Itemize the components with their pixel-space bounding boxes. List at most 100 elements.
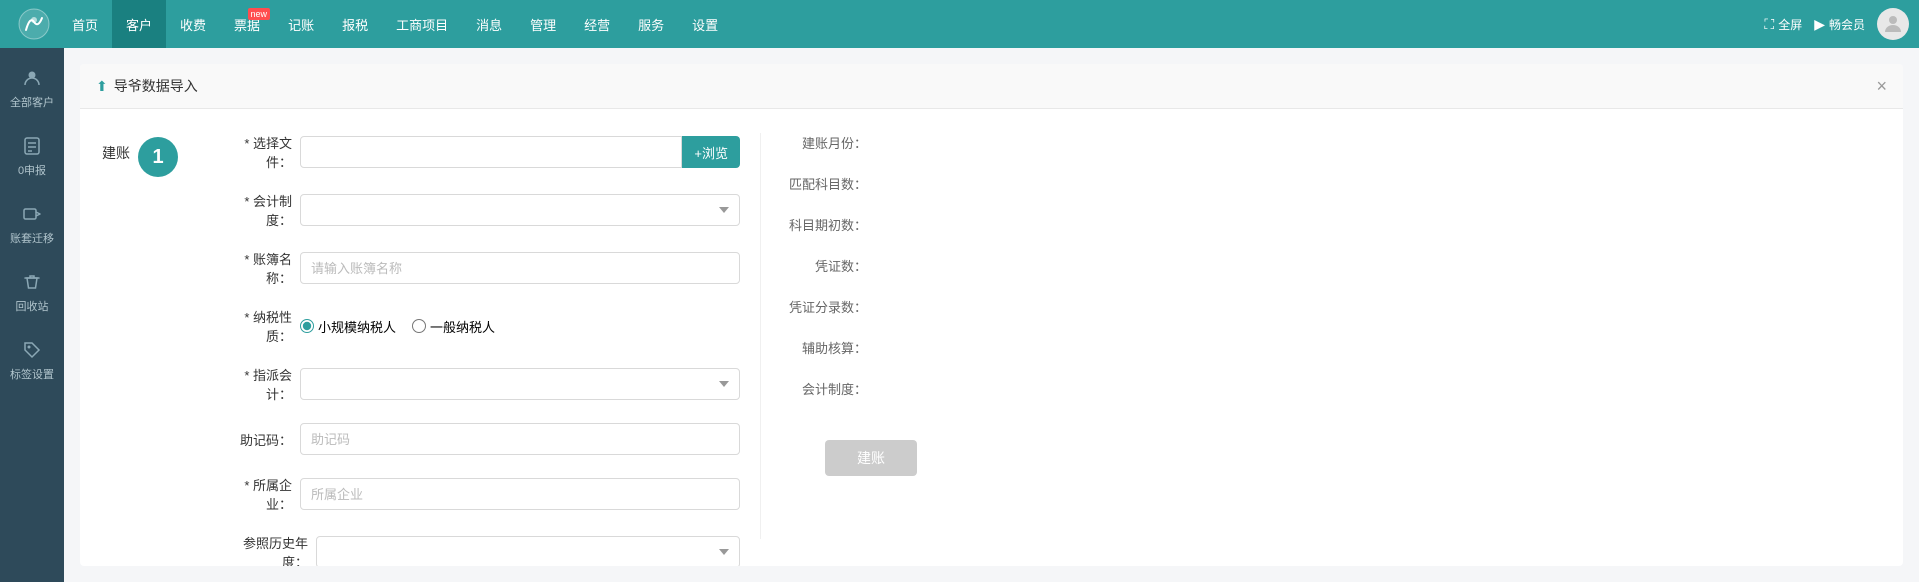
fullscreen-btn[interactable]: ⛶ 全屏 xyxy=(1764,16,1802,33)
memo-row: 助记码： xyxy=(220,423,740,455)
tax-type-row: * 纳税性质： 小规模纳税人 一般纳税人 xyxy=(220,307,740,345)
member-icon: ▶ xyxy=(1814,16,1825,33)
aux-accounting-label: 辅助核算： xyxy=(785,338,875,357)
dialog-close-button[interactable]: × xyxy=(1876,77,1887,95)
accountant-select[interactable] xyxy=(300,368,740,400)
step-label: 建账 xyxy=(102,143,130,163)
build-account-button[interactable]: 建账 xyxy=(825,440,917,476)
sidebar-item-recycle[interactable]: 回收站 xyxy=(0,260,64,324)
company-label: * 所属企业： xyxy=(220,475,300,513)
build-month-row: 建账月份： xyxy=(785,133,996,152)
declaration-icon xyxy=(20,134,44,158)
nav-badge-new: new xyxy=(248,8,271,20)
tax-type-label: * 纳税性质： xyxy=(220,307,300,345)
history-year-select[interactable] xyxy=(316,536,740,566)
nav-message[interactable]: 消息 xyxy=(462,0,516,48)
tax-general-radio[interactable] xyxy=(412,319,426,333)
member-label: 畅会员 xyxy=(1829,16,1865,33)
dialog-title: ⬆ 导爷数据导入 xyxy=(96,76,198,96)
nav-home[interactable]: 首页 xyxy=(58,0,112,48)
match-subjects-label: 匹配科目数： xyxy=(785,174,875,193)
fullscreen-label: 全屏 xyxy=(1778,16,1802,33)
fullscreen-icon: ⛶ xyxy=(1764,16,1774,33)
sidebar-label-tag-settings: 标签设置 xyxy=(10,366,54,382)
import-icon: ⬆ xyxy=(96,78,108,95)
dialog: ⬆ 导爷数据导入 × 建账 1 xyxy=(80,64,1903,566)
sidebar-item-tag-settings[interactable]: 标签设置 xyxy=(0,328,64,392)
avatar[interactable] xyxy=(1877,8,1909,40)
sidebar-label-migration: 账套迁移 xyxy=(10,230,54,246)
file-label: * 选择文件： xyxy=(220,133,300,171)
step-circle: 1 xyxy=(138,137,178,177)
migration-icon xyxy=(20,202,44,226)
company-input[interactable] xyxy=(300,478,740,510)
voucher-entries-label: 凭证分录数： xyxy=(785,297,875,316)
file-row: * 选择文件： +浏览 xyxy=(220,133,740,171)
nav-bookkeeping[interactable]: 记账 xyxy=(274,0,328,48)
ledger-name-row: * 账簿名称： xyxy=(220,249,740,287)
file-input[interactable] xyxy=(300,136,682,168)
ledger-name-label: * 账簿名称： xyxy=(220,249,300,287)
voucher-entries-row: 凭证分录数： xyxy=(785,297,996,316)
accountant-row: * 指派会计： xyxy=(220,365,740,403)
file-input-row: +浏览 xyxy=(300,136,740,168)
tag-settings-icon xyxy=(20,338,44,362)
nav-operation[interactable]: 经营 xyxy=(570,0,624,48)
nav-right: ⛶ 全屏 ▶ 畅会员 xyxy=(1764,8,1909,40)
nav-service[interactable]: 服务 xyxy=(624,0,678,48)
memo-input[interactable] xyxy=(300,423,740,455)
aux-accounting-row: 辅助核算： xyxy=(785,338,996,357)
info-accounting-system-row: 会计制度： xyxy=(785,379,996,398)
tax-general-label: 一般纳税人 xyxy=(430,317,495,336)
all-customers-icon xyxy=(20,66,44,90)
browse-button[interactable]: +浏览 xyxy=(682,136,740,168)
tax-small-scale[interactable]: 小规模纳税人 xyxy=(300,317,396,336)
voucher-count-label: 凭证数： xyxy=(785,256,875,275)
nav-tax[interactable]: 报税 xyxy=(328,0,382,48)
layout: 全部客户 0申报 账套迁移 xyxy=(0,48,1919,582)
build-month-label: 建账月份： xyxy=(785,133,875,152)
sidebar: 全部客户 0申报 账套迁移 xyxy=(0,48,64,582)
history-year-row: 参照历史年度： xyxy=(220,533,740,566)
voucher-count-row: 凭证数： xyxy=(785,256,996,275)
dialog-title-text: 导爷数据导入 xyxy=(114,76,198,96)
nav-invoice[interactable]: 票据 new xyxy=(220,0,274,48)
history-year-label: 参照历史年度： xyxy=(220,533,316,566)
sidebar-label-declaration: 0申报 xyxy=(18,162,46,178)
tax-general[interactable]: 一般纳税人 xyxy=(412,317,495,336)
step-section: 建账 1 xyxy=(80,133,200,539)
info-accounting-system-label: 会计制度： xyxy=(785,379,875,398)
step-number: 1 xyxy=(152,146,163,169)
nav-biz-project[interactable]: 工商项目 xyxy=(382,0,462,48)
match-subjects-row: 匹配科目数： xyxy=(785,174,996,193)
top-nav: 首页 客户 收费 票据 new 记账 报税 工商项目 消息 管理 经营 服务 设… xyxy=(0,0,1919,48)
dialog-header: ⬆ 导爷数据导入 × xyxy=(80,64,1903,109)
accounting-system-row: * 会计制度： xyxy=(220,191,740,229)
accounting-system-label: * 会计制度： xyxy=(220,191,300,229)
sidebar-item-migration[interactable]: 账套迁移 xyxy=(0,192,64,256)
main-content: ⬆ 导爷数据导入 × 建账 1 xyxy=(64,48,1919,582)
tax-small-label: 小规模纳税人 xyxy=(318,317,396,336)
ledger-name-input[interactable] xyxy=(300,252,740,284)
nav-settings[interactable]: 设置 xyxy=(678,0,732,48)
dialog-body: 建账 1 * 选择文件： +浏览 xyxy=(80,109,1903,563)
app-logo xyxy=(10,0,58,48)
accountant-label: * 指派会计： xyxy=(220,365,300,403)
sidebar-item-all-customers[interactable]: 全部客户 xyxy=(0,56,64,120)
sidebar-item-declaration[interactable]: 0申报 xyxy=(0,124,64,188)
nav-customer[interactable]: 客户 xyxy=(112,0,166,48)
form-section: * 选择文件： +浏览 * 会计制度： xyxy=(200,133,760,539)
member-btn[interactable]: ▶ 畅会员 xyxy=(1814,16,1865,33)
tax-type-radio-group: 小规模纳税人 一般纳税人 xyxy=(300,317,740,336)
recycle-icon xyxy=(20,270,44,294)
info-section: 建账月份： 匹配科目数： 科目期初数： 凭证数： xyxy=(760,133,1020,539)
nav-fee[interactable]: 收费 xyxy=(166,0,220,48)
memo-label: 助记码： xyxy=(220,430,300,449)
accounting-system-select[interactable] xyxy=(300,194,740,226)
company-row: * 所属企业： xyxy=(220,475,740,513)
initial-balance-label: 科目期初数： xyxy=(785,215,875,234)
initial-balance-row: 科目期初数： xyxy=(785,215,996,234)
nav-manage[interactable]: 管理 xyxy=(516,0,570,48)
sidebar-label-all-customers: 全部客户 xyxy=(10,94,54,110)
tax-small-radio[interactable] xyxy=(300,319,314,333)
